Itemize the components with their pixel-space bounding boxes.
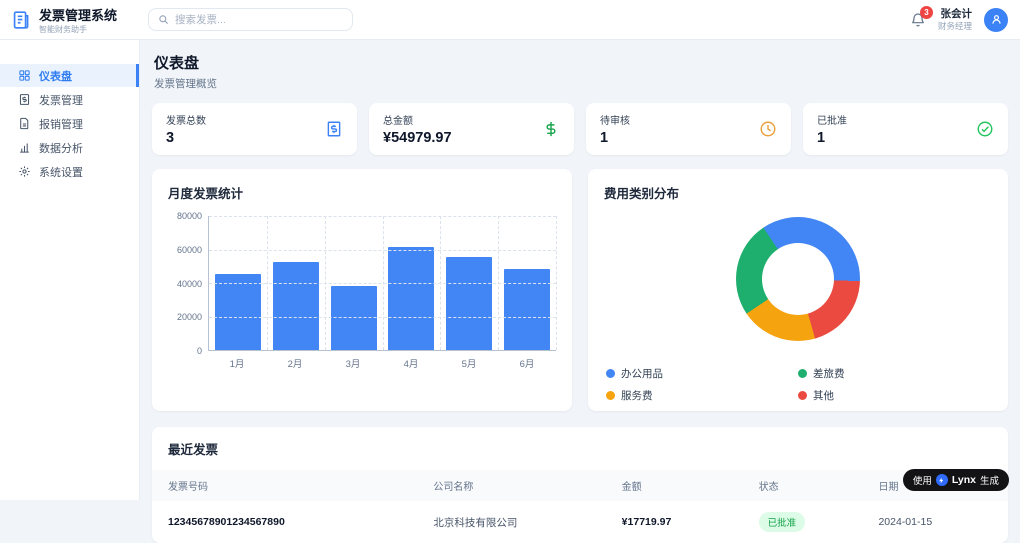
bar-chart: 020000400006000080000	[168, 216, 556, 351]
bar-chart-title: 月度发票统计	[168, 183, 556, 202]
legend-dot-icon	[606, 391, 615, 400]
invoice-icon	[18, 93, 31, 106]
user-name: 张会计	[938, 8, 972, 21]
recent-invoices-card: 最近发票 发票号码公司名称金额状态日期 12345678901234567890…	[152, 427, 1008, 543]
donut-chart-card: 费用类别分布 办公用品差旅费服务费其他	[588, 169, 1008, 411]
app-title: 发票管理系统	[39, 5, 117, 24]
lynx-logo-icon	[936, 474, 948, 486]
person-icon	[990, 13, 1003, 26]
sidebar-item-0[interactable]: 仪表盘	[0, 64, 139, 87]
donut-chart-title: 费用类别分布	[604, 183, 992, 202]
legend-item: 服务费	[606, 388, 798, 403]
legend-dot-icon	[798, 391, 807, 400]
bar-4月	[388, 247, 434, 350]
sidebar-item-1[interactable]: 发票管理	[0, 88, 139, 111]
settings-icon	[18, 165, 31, 178]
column-header: 公司名称	[417, 470, 605, 501]
report-icon	[18, 117, 31, 130]
lynx-attribution-badge[interactable]: 使用 Lynx 生成	[903, 469, 1009, 491]
stat-card-2: 待审核 1	[586, 103, 791, 155]
bar-1月	[215, 274, 261, 350]
stat-card-1: 总金额 ¥54979.97	[369, 103, 574, 155]
search-icon	[158, 14, 169, 25]
bar-chart-x-axis: 1月2月3月4月5月6月	[208, 356, 556, 370]
notifications-button[interactable]: 3	[910, 12, 926, 28]
sidebar-item-2[interactable]: 报销管理	[0, 112, 139, 135]
analytics-icon	[18, 141, 31, 154]
stats-row: 发票总数 3 总金额 ¥54979.97 待审核 1 已批准 1	[152, 103, 1008, 155]
bar-chart-plot	[208, 216, 556, 351]
status-badge: 已批准	[759, 512, 806, 532]
sidebar: 仪表盘发票管理报销管理数据分析系统设置	[0, 40, 140, 500]
legend-item: 其他	[798, 388, 990, 403]
table-header-row: 发票号码公司名称金额状态日期	[152, 470, 1008, 501]
lynx-badge-prefix: 使用	[913, 473, 932, 487]
invoice-box-icon	[325, 120, 343, 138]
app-brand: 发票管理系统 智能财务助手	[0, 5, 140, 35]
lynx-badge-brand: Lynx	[952, 474, 976, 486]
table-row[interactable]: 12345678901234567890 北京科技有限公司 ¥17719.97 …	[152, 501, 1008, 543]
page-title: 仪表盘	[154, 52, 1006, 73]
sidebar-item-4[interactable]: 系统设置	[0, 160, 139, 183]
search-box[interactable]	[148, 8, 353, 31]
bar-3月	[331, 286, 377, 350]
dashboard-icon	[18, 69, 31, 82]
app-logo-icon	[10, 9, 32, 31]
user-info: 张会计 财务经理	[938, 8, 972, 32]
user-avatar[interactable]	[984, 8, 1008, 32]
sidebar-item-3[interactable]: 数据分析	[0, 136, 139, 159]
recent-invoices-title: 最近发票	[152, 439, 1008, 470]
main-content: 仪表盘 发票管理概览 发票总数 3 总金额 ¥54979.97 待审核 1 已批…	[140, 40, 1020, 500]
bar-6月	[504, 269, 550, 350]
check-circle-icon	[976, 120, 994, 138]
bar-chart-card: 月度发票统计 020000400006000080000 1月2月3月4月5月6…	[152, 169, 572, 411]
column-header: 发票号码	[152, 470, 417, 501]
notification-count-badge: 3	[920, 6, 933, 19]
legend-item: 办公用品	[606, 366, 798, 381]
legend-dot-icon	[798, 369, 807, 378]
bar-2月	[273, 262, 319, 350]
clock-icon	[759, 120, 777, 138]
lynx-badge-suffix: 生成	[980, 473, 999, 487]
column-header: 状态	[743, 470, 863, 501]
column-header: 金额	[606, 470, 743, 501]
stat-card-0: 发票总数 3	[152, 103, 357, 155]
recent-invoices-table: 发票号码公司名称金额状态日期 12345678901234567890 北京科技…	[152, 470, 1008, 543]
stat-card-3: 已批准 1	[803, 103, 1008, 155]
legend-dot-icon	[606, 369, 615, 378]
bar-5月	[446, 257, 492, 350]
bar-chart-y-axis: 020000400006000080000	[168, 216, 208, 351]
dollar-icon	[542, 120, 560, 138]
app-header: 发票管理系统 智能财务助手 3 张会计 财务经理	[0, 0, 1020, 40]
page-subtitle: 发票管理概览	[154, 76, 1006, 91]
search-input[interactable]	[175, 14, 343, 26]
app-subtitle: 智能财务助手	[39, 24, 117, 35]
donut-chart	[736, 217, 860, 341]
donut-legend: 办公用品差旅费服务费其他	[604, 366, 992, 403]
user-role: 财务经理	[938, 21, 972, 32]
legend-item: 差旅费	[798, 366, 990, 381]
